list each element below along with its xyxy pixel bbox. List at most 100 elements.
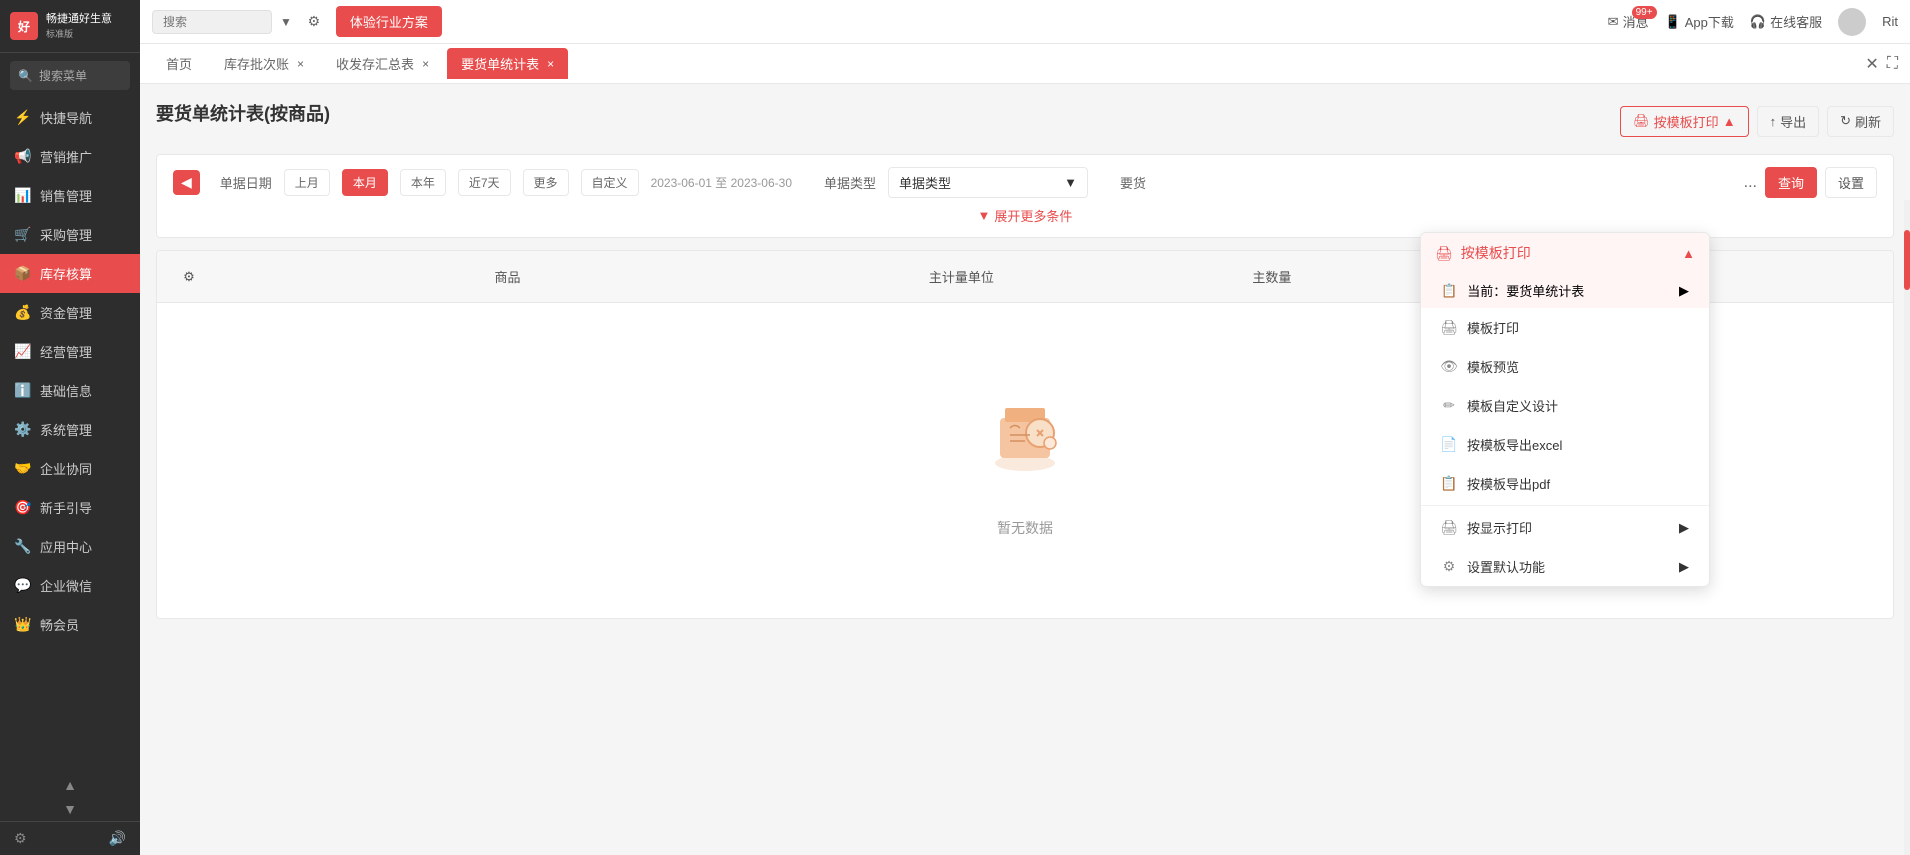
sidebar-item-marketing[interactable]: 📢 营销推广 (0, 137, 140, 176)
nav-label: 资金管理 (40, 303, 92, 322)
topbar-settings-button[interactable]: ⚙ (300, 8, 328, 36)
sidebar-logo: 好 畅捷通好生意 标准版 (0, 0, 140, 53)
tab-order-stats[interactable]: 要货单统计表 × (447, 48, 568, 79)
tab-close-batch[interactable]: × (295, 58, 304, 70)
sidebar-item-member[interactable]: 👑 畅会员 (0, 605, 140, 644)
date-more-btn[interactable]: 更多 (523, 169, 569, 196)
sidebar-nav: ⚡ 快捷导航 📢 营销推广 📊 销售管理 🛒 采购管理 📦 库存核算 💰 资金管… (0, 98, 140, 773)
topbar-online-service[interactable]: 🎧 在线客服 (1750, 12, 1822, 31)
topbar-dropdown-button[interactable]: ▼ (280, 15, 292, 29)
tab-summary[interactable]: 收发存汇总表 × (322, 48, 443, 79)
nav-label: 系统管理 (40, 420, 92, 439)
print-template-button[interactable]: 🖨 按模板打印 ▲ (1620, 106, 1748, 137)
topbar: ▼ ⚙ 体验行业方案 ✉ 消息 99+ 📱 App下载 🎧 在线客服 Rit (140, 0, 1910, 44)
more-options-button[interactable]: ... (1744, 174, 1757, 192)
topbar-industry-button[interactable]: 体验行业方案 (336, 6, 442, 37)
dropdown-current-item[interactable]: 📋 当前：要货单统计表 ▶ (1421, 273, 1709, 308)
sidebar-item-finance[interactable]: 💰 资金管理 (0, 293, 140, 332)
topbar-avatar[interactable] (1838, 8, 1866, 36)
type-select[interactable]: 单据类型 ▼ (888, 167, 1088, 198)
topbar-app-download[interactable]: 📱 App下载 (1665, 12, 1734, 31)
sidebar-item-system[interactable]: ⚙️ 系统管理 (0, 410, 140, 449)
dropdown-export-excel[interactable]: 📄 按模板导出excel (1421, 425, 1709, 464)
sidebar-scroll-down[interactable]: ▼ (0, 797, 140, 821)
dropdown-template-design[interactable]: ✏ 模板自定义设计 (1421, 386, 1709, 425)
dropdown-display-print[interactable]: 🖨 按显示打印 ▶ (1421, 508, 1709, 547)
settings-button[interactable]: 设置 (1825, 167, 1877, 198)
nav-label: 快捷导航 (40, 108, 92, 127)
export-button[interactable]: ↑ 导出 (1757, 106, 1820, 137)
refresh-icon: ↻ (1840, 113, 1851, 129)
sidebar-item-collab[interactable]: 🤝 企业协同 (0, 449, 140, 488)
sidebar-bottom: ⚙ 🔊 (0, 821, 140, 855)
nav-label: 企业协同 (40, 459, 92, 478)
date-current-month-btn[interactable]: 本月 (342, 169, 388, 196)
topbar-message[interactable]: ✉ 消息 99+ (1608, 12, 1649, 31)
sidebar-search-button[interactable]: 🔍 搜索菜单 (10, 61, 130, 90)
col-settings[interactable]: ⚙ (169, 261, 209, 293)
query-button[interactable]: 查询 (1765, 167, 1817, 198)
current-item-icon: 📋 (1441, 283, 1457, 299)
sidebar-scroll-up[interactable]: ▲ (0, 773, 140, 797)
sidebar-item-newbie[interactable]: 🎯 新手引导 (0, 488, 140, 527)
sales-icon: 📊 (14, 187, 32, 205)
purchase-icon: 🛒 (14, 226, 32, 244)
basic-info-icon: ℹ️ (14, 382, 32, 400)
print-label: 按模板打印 (1654, 112, 1719, 131)
sidebar-item-wechat[interactable]: 💬 企业微信 (0, 566, 140, 605)
member-icon: 👑 (14, 616, 32, 634)
sidebar-search-area[interactable]: 🔍 搜索菜单 (0, 53, 140, 98)
dropdown-close-icon: ▲ (1682, 246, 1695, 261)
export-label: 导出 (1780, 112, 1806, 131)
sidebar-audio-button[interactable]: 🔊 (109, 830, 126, 847)
dropdown-export-pdf[interactable]: 📋 按模板导出pdf (1421, 464, 1709, 503)
tab-home[interactable]: 首页 (152, 48, 206, 79)
nav-label: 销售管理 (40, 186, 92, 205)
topbar-username[interactable]: Rit (1882, 14, 1898, 29)
logo-text-block: 畅捷通好生意 标准版 (46, 12, 112, 39)
tab-close-summary[interactable]: × (420, 58, 429, 70)
sidebar-item-sales[interactable]: 📊 销售管理 (0, 176, 140, 215)
topbar-search-input[interactable] (152, 10, 272, 34)
filter-collapse-button[interactable]: ◀ (173, 170, 200, 195)
sidebar-item-quick-nav[interactable]: ⚡ 快捷导航 (0, 98, 140, 137)
sidebar-item-purchase[interactable]: 🛒 采购管理 (0, 215, 140, 254)
message-icon: ✉ (1608, 14, 1619, 30)
current-arrow-icon: ▶ (1679, 283, 1689, 299)
refresh-button[interactable]: ↻ 刷新 (1827, 106, 1894, 137)
tab-batch-ledger[interactable]: 库存批次账 × (210, 48, 318, 79)
tab-label: 要货单统计表 (461, 54, 539, 73)
tab-close-order-stats[interactable]: × (545, 58, 554, 70)
tabs-actions: ✕ ⛶ (1865, 54, 1898, 74)
item-label: 模板预览 (1467, 357, 1519, 376)
system-icon: ⚙️ (14, 421, 32, 439)
date-custom-btn[interactable]: 自定义 (581, 169, 639, 196)
tab-expand-button[interactable]: ⛶ (1887, 55, 1898, 73)
right-scrollbar[interactable] (1904, 200, 1910, 855)
print-icon: 🖨 (1633, 113, 1650, 129)
dropdown-header-right: ▲ (1682, 246, 1695, 261)
dropdown-template-print[interactable]: 🖨 模板打印 (1421, 308, 1709, 347)
sidebar-item-business[interactable]: 📈 经营管理 (0, 332, 140, 371)
print-dropdown-menu: 🖨 按模板打印 ▲ 📋 当前：要货单统计表 ▶ 🖨 模板打印 👁 (1420, 232, 1710, 587)
scroll-down-button[interactable]: ▼ (63, 801, 77, 817)
sub-arrow-icon: ▶ (1679, 520, 1689, 536)
item-label: 模板自定义设计 (1467, 396, 1558, 415)
dropdown-header[interactable]: 🖨 按模板打印 ▲ (1421, 233, 1709, 273)
date-last-month-btn[interactable]: 上月 (284, 169, 330, 196)
dropdown-set-default[interactable]: ⚙ 设置默认功能 ▶ (1421, 547, 1709, 586)
sidebar-item-basic-info[interactable]: ℹ️ 基础信息 (0, 371, 140, 410)
scroll-up-button[interactable]: ▲ (63, 777, 77, 793)
sidebar-item-inventory[interactable]: 📦 库存核算 (0, 254, 140, 293)
sidebar-settings-button[interactable]: ⚙ (14, 830, 27, 847)
expand-more-filters-button[interactable]: ▼ 展开更多条件 (978, 206, 1073, 225)
dropdown-template-preview[interactable]: 👁 模板预览 (1421, 347, 1709, 386)
empty-icon (975, 383, 1075, 502)
sidebar-item-apps[interactable]: 🔧 应用中心 (0, 527, 140, 566)
tabs-bar: 首页 库存批次账 × 收发存汇总表 × 要货单统计表 × ✕ ⛶ (140, 44, 1910, 84)
tab-close-window-button[interactable]: ✕ (1865, 54, 1878, 74)
scrollbar-thumb[interactable] (1904, 230, 1910, 290)
date-7days-btn[interactable]: 近7天 (458, 169, 511, 196)
date-current-year-btn[interactable]: 本年 (400, 169, 446, 196)
nav-label: 企业微信 (40, 576, 92, 595)
